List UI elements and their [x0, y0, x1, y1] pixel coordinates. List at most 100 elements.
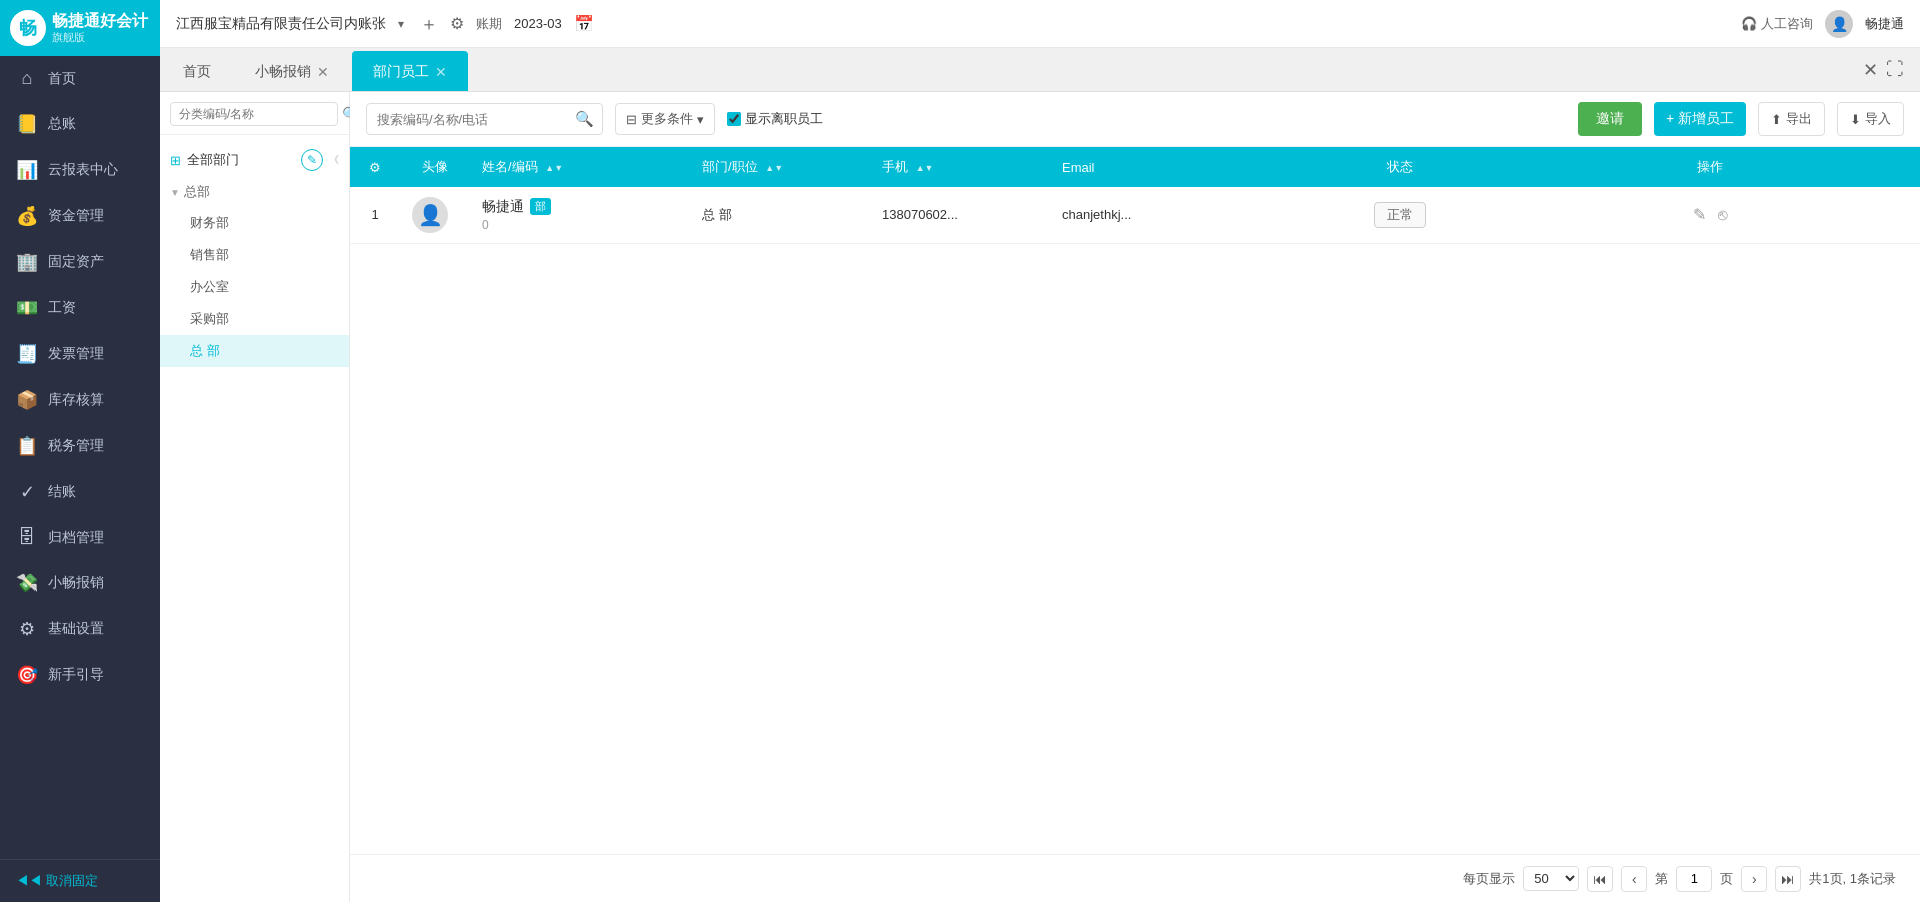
home-icon: ⌂	[16, 68, 38, 89]
edit-employee-button[interactable]: ✎	[1693, 205, 1706, 224]
company-name: 江西服宝精品有限责任公司内账张	[176, 15, 386, 33]
toolbar: 🔍 ⊟ 更多条件 ▾ 显示离职员工 邀请 + 新增员工 ⬆ 导出	[350, 92, 1920, 147]
sidebar-item-guide[interactable]: 🎯 新手引导	[0, 652, 160, 698]
next-page-button[interactable]: ›	[1741, 866, 1767, 892]
logout-employee-button[interactable]: ⎋	[1718, 206, 1728, 224]
dept-sales[interactable]: 销售部	[160, 239, 349, 271]
sidebar-item-label: 首页	[48, 70, 76, 88]
col-dept-label: 部门/职位	[702, 159, 758, 174]
col-phone[interactable]: 手机 ▲▼	[870, 147, 1050, 187]
dept-root-all[interactable]: ⊞ 全部部门 ✎ 《	[160, 143, 349, 177]
tab-expense-close[interactable]: ✕	[317, 64, 329, 80]
sidebar: 畅 畅捷通好会计 旗舰版 ⌂ 首页 📒 总账 📊 云报表中心 💰 资金管理 🏢 …	[0, 0, 160, 902]
dept-collapse-icon[interactable]: 《	[329, 153, 339, 167]
col-phone-sort-icon[interactable]: ▲▼	[916, 164, 934, 173]
dept-general[interactable]: 总 部	[160, 335, 349, 367]
archive-icon: 🗄	[16, 527, 38, 548]
sidebar-item-settings[interactable]: ⚙ 基础设置	[0, 606, 160, 652]
dept-hq-label: 总部	[184, 183, 210, 201]
employee-search-icon[interactable]: 🔍	[567, 110, 602, 128]
dept-office[interactable]: 办公室	[160, 271, 349, 303]
sidebar-item-reports[interactable]: 📊 云报表中心	[0, 147, 160, 193]
sidebar-item-label: 新手引导	[48, 666, 104, 684]
unpin-button[interactable]: ◀◀ 取消固定	[0, 859, 160, 902]
col-gear[interactable]: ⚙	[350, 147, 400, 187]
col-avatar: 头像	[400, 147, 470, 187]
page-label: 页	[1720, 870, 1733, 888]
sidebar-item-ledger[interactable]: 📒 总账	[0, 101, 160, 147]
support-button[interactable]: 🎧 人工咨询	[1741, 15, 1813, 33]
row-phone: 138070602...	[870, 187, 1050, 243]
employee-dept-badge: 部	[530, 198, 551, 215]
tab-home-label: 首页	[183, 63, 211, 81]
tab-expense-label: 小畅报销	[255, 63, 311, 81]
main-area: 江西服宝精品有限责任公司内账张 ▾ ＋ ⚙ 账期 2023-03 📅 🎧 人工咨…	[160, 0, 1920, 902]
sidebar-item-salary[interactable]: 💵 工资	[0, 285, 160, 331]
tab-department[interactable]: 部门员工 ✕	[352, 51, 468, 91]
sidebar-item-label: 总账	[48, 115, 76, 133]
dept-edit-button[interactable]: ✎	[301, 149, 323, 171]
employee-search-input[interactable]	[367, 112, 567, 127]
page-number-input[interactable]	[1676, 866, 1712, 892]
dept-purchase[interactable]: 采购部	[160, 303, 349, 335]
prev-page-button[interactable]: ‹	[1621, 866, 1647, 892]
dept-hq-row[interactable]: ▼ 总部	[160, 177, 349, 207]
col-dept[interactable]: 部门/职位 ▲▼	[690, 147, 870, 187]
col-phone-label: 手机	[882, 159, 908, 174]
col-name[interactable]: 姓名/编码 ▲▼	[470, 147, 690, 187]
close-panel-button[interactable]: ✕	[1863, 59, 1878, 81]
col-name-label: 姓名/编码	[482, 159, 538, 174]
settings-gear-icon[interactable]: ⚙	[450, 14, 464, 33]
import-icon: ⬇	[1850, 112, 1861, 127]
calendar-icon[interactable]: 📅	[574, 14, 594, 33]
invoice-icon: 🧾	[16, 343, 38, 365]
sidebar-item-assets-mgmt[interactable]: 💰 资金管理	[0, 193, 160, 239]
col-actions: 操作	[1500, 147, 1920, 187]
tab-expense[interactable]: 小畅报销 ✕	[234, 51, 350, 91]
add-company-button[interactable]: ＋	[420, 12, 438, 36]
sidebar-item-label: 库存核算	[48, 391, 104, 409]
sidebar-item-invoice[interactable]: 🧾 发票管理	[0, 331, 160, 377]
close-account-icon: ✓	[16, 481, 38, 503]
assets-mgmt-icon: 💰	[16, 205, 38, 227]
sidebar-item-label: 固定资产	[48, 253, 104, 271]
import-button[interactable]: ⬇ 导入	[1837, 102, 1904, 136]
sidebar-item-expense2[interactable]: 💸 小畅报销	[0, 560, 160, 606]
tab-home[interactable]: 首页	[162, 51, 232, 91]
add-employee-button[interactable]: + 新增员工	[1654, 102, 1746, 136]
page-size-select[interactable]: 50 10 20 100	[1523, 866, 1579, 891]
dept-finance[interactable]: 财务部	[160, 207, 349, 239]
col-status: 状态	[1300, 147, 1500, 187]
invite-button[interactable]: 邀请	[1578, 102, 1642, 136]
employee-code: 0	[482, 218, 678, 232]
show-resigned-input[interactable]	[727, 112, 741, 126]
sidebar-item-archive[interactable]: 🗄 归档管理	[0, 515, 160, 560]
col-email: Email	[1050, 147, 1300, 187]
employee-avatar: 👤	[412, 197, 448, 233]
row-dept: 总 部	[690, 187, 870, 243]
first-page-button[interactable]: ⏮	[1587, 866, 1613, 892]
export-button[interactable]: ⬆ 导出	[1758, 102, 1825, 136]
sidebar-item-label: 工资	[48, 299, 76, 317]
filter-button[interactable]: ⊟ 更多条件 ▾	[615, 103, 715, 135]
show-resigned-checkbox[interactable]: 显示离职员工	[727, 110, 823, 128]
sidebar-item-close[interactable]: ✓ 结账	[0, 469, 160, 515]
row-actions: ✎ ⎋	[1500, 187, 1920, 243]
dept-search-input[interactable]	[170, 102, 338, 126]
col-dept-sort-icon[interactable]: ▲▼	[765, 164, 783, 173]
sidebar-item-fixed-assets[interactable]: 🏢 固定资产	[0, 239, 160, 285]
tab-department-close[interactable]: ✕	[435, 64, 447, 80]
row-status: 正常	[1300, 187, 1500, 243]
logo-sub: 旗舰版	[52, 30, 148, 45]
dept-grid-icon: ⊞	[170, 153, 181, 168]
expand-panel-button[interactable]: ⛶	[1886, 59, 1904, 80]
sidebar-item-tax[interactable]: 📋 税务管理	[0, 423, 160, 469]
last-page-button[interactable]: ⏭	[1775, 866, 1801, 892]
sidebar-item-home[interactable]: ⌂ 首页	[0, 56, 160, 101]
salary-icon: 💵	[16, 297, 38, 319]
sidebar-item-inventory[interactable]: 📦 库存核算	[0, 377, 160, 423]
employee-table: ⚙ 头像 姓名/编码 ▲▼ 部门/职位 ▲▼	[350, 147, 1920, 244]
company-dropdown[interactable]: ▾	[398, 17, 404, 31]
col-name-sort-icon[interactable]: ▲▼	[545, 164, 563, 173]
employee-table-wrap: ⚙ 头像 姓名/编码 ▲▼ 部门/职位 ▲▼	[350, 147, 1920, 854]
